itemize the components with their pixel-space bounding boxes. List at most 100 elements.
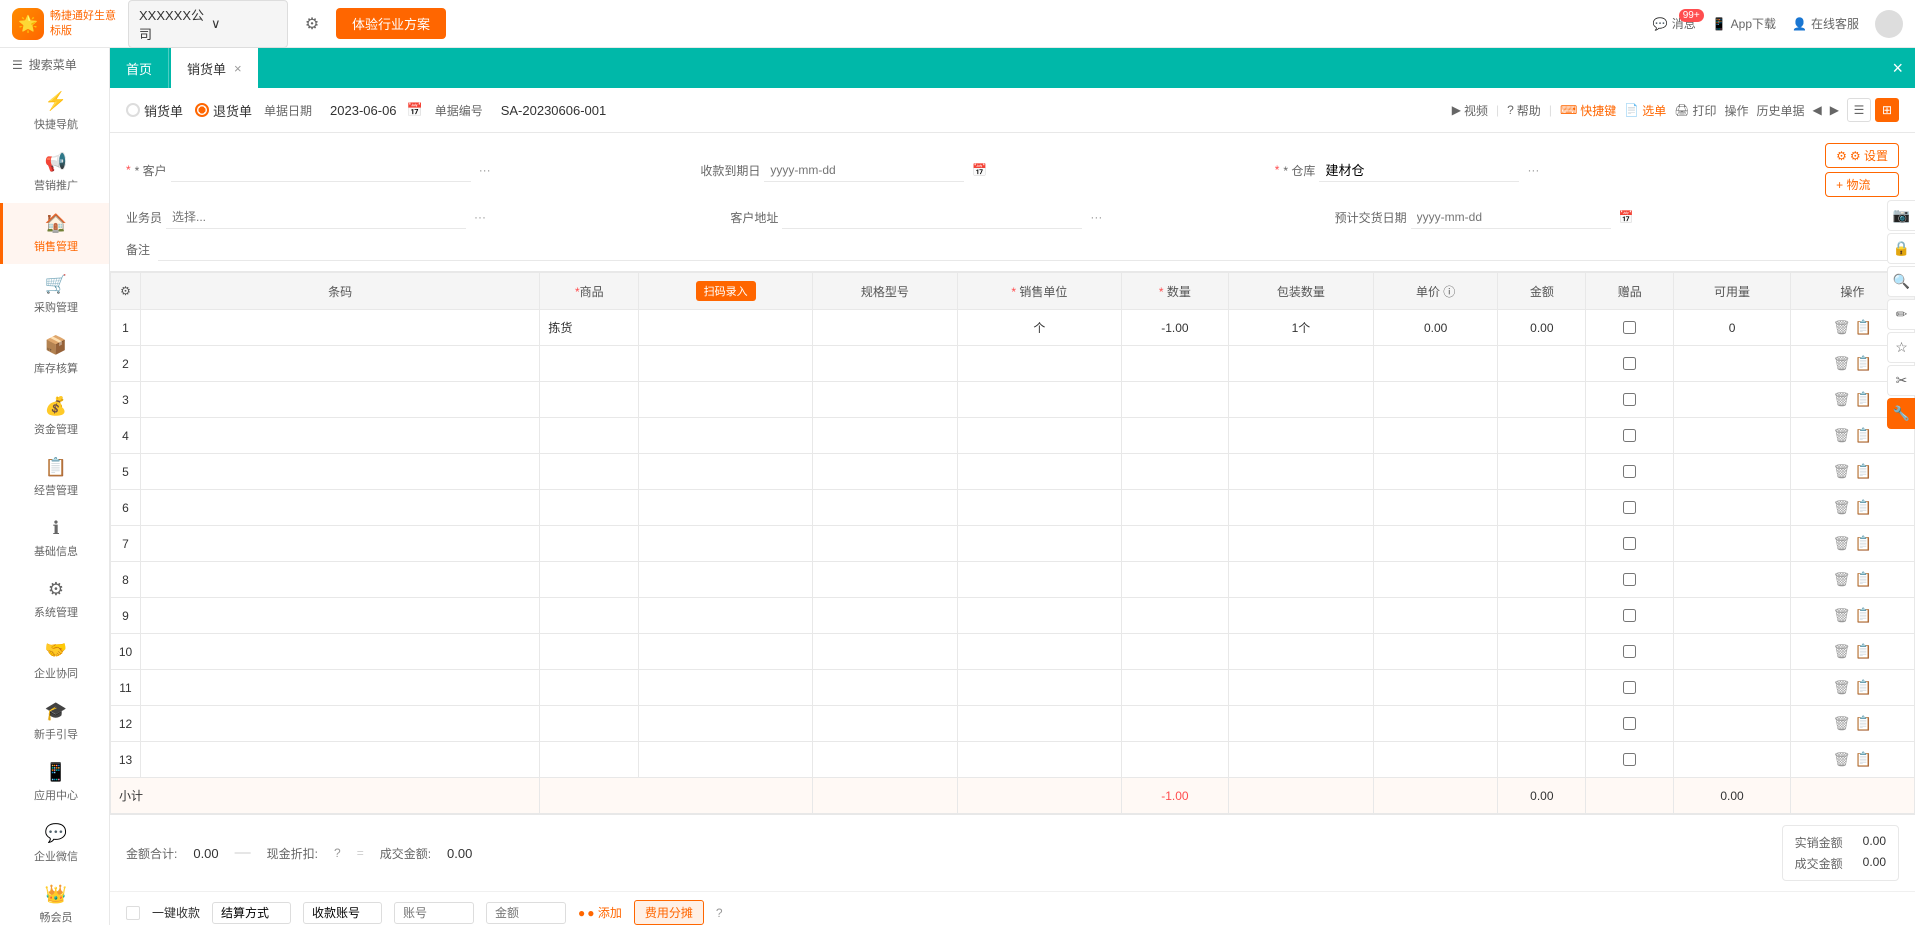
delete-icon[interactable]: 🗑: [1833, 715, 1851, 732]
cell-pkg-qty[interactable]: [1228, 526, 1373, 562]
online-service-button[interactable]: 👤 在线客服: [1792, 15, 1859, 32]
cell-product[interactable]: [540, 526, 639, 562]
sidebar-item-purchase[interactable]: 🛒 采购管理: [0, 264, 109, 325]
warehouse-input[interactable]: [1319, 158, 1519, 182]
copy-icon[interactable]: 📋: [1855, 319, 1872, 336]
cell-gift[interactable]: [1586, 634, 1674, 670]
cell-unit[interactable]: [957, 346, 1121, 382]
sidebar-search[interactable]: ☰ 搜索菜单: [0, 48, 109, 81]
note-input[interactable]: [158, 237, 1899, 261]
cell-spec[interactable]: [812, 310, 957, 346]
th-settings[interactable]: ⚙: [111, 273, 141, 310]
copy-icon[interactable]: 📋: [1855, 643, 1872, 660]
cell-gift[interactable]: [1586, 598, 1674, 634]
cell-gift[interactable]: [1586, 562, 1674, 598]
cell-pkg-qty[interactable]: [1228, 382, 1373, 418]
cell-barcode[interactable]: [141, 418, 540, 454]
sidebar-item-collab[interactable]: 🤝 企业协同: [0, 630, 109, 691]
cell-unit[interactable]: 个: [957, 310, 1121, 346]
cell-price[interactable]: [1373, 598, 1497, 634]
video-help-btn[interactable]: ▶ 视频: [1452, 102, 1488, 119]
customer-addr-input[interactable]: [782, 205, 1082, 229]
cell-barcode[interactable]: [141, 670, 540, 706]
cell-pkg-qty[interactable]: [1228, 418, 1373, 454]
print-btn[interactable]: 🖨 打印: [1674, 102, 1716, 119]
cell-barcode[interactable]: [141, 598, 540, 634]
one-click-pay-checkbox[interactable]: [126, 906, 140, 920]
cell-price[interactable]: 0.00: [1373, 310, 1497, 346]
cell-unit[interactable]: [957, 526, 1121, 562]
cell-unit[interactable]: [957, 598, 1121, 634]
tab-home[interactable]: 首页: [110, 48, 169, 88]
user-avatar[interactable]: [1875, 10, 1903, 38]
delete-icon[interactable]: 🗑: [1833, 391, 1851, 408]
copy-icon[interactable]: 📋: [1855, 571, 1872, 588]
history-btn[interactable]: 历史单据: [1757, 102, 1805, 119]
cell-product[interactable]: [540, 634, 639, 670]
cell-unit[interactable]: [957, 454, 1121, 490]
add-payment-btn[interactable]: ● ● 添加: [578, 904, 622, 921]
cell-price[interactable]: [1373, 346, 1497, 382]
radio-sales[interactable]: 销货单: [126, 101, 183, 120]
delete-icon[interactable]: 🗑: [1833, 319, 1851, 336]
cell-unit[interactable]: [957, 490, 1121, 526]
cell-price[interactable]: [1373, 742, 1497, 778]
due-date-input[interactable]: [764, 159, 964, 182]
cell-price[interactable]: [1373, 670, 1497, 706]
copy-icon[interactable]: 📋: [1855, 499, 1872, 516]
delete-icon[interactable]: 🗑: [1833, 463, 1851, 480]
cell-gift[interactable]: [1586, 670, 1674, 706]
customer-input[interactable]: [171, 158, 471, 182]
amount-input[interactable]: [486, 902, 566, 924]
delete-icon[interactable]: 🗑: [1833, 751, 1851, 768]
cell-amount[interactable]: [1498, 562, 1586, 598]
cell-qty[interactable]: [1121, 490, 1228, 526]
operate-btn[interactable]: 操作: [1725, 102, 1749, 119]
cell-amount[interactable]: 0.00: [1498, 310, 1586, 346]
salesperson-more-icon[interactable]: ···: [474, 210, 486, 224]
cell-amount[interactable]: [1498, 706, 1586, 742]
cell-barcode[interactable]: [141, 346, 540, 382]
cell-unit[interactable]: [957, 634, 1121, 670]
cell-price[interactable]: [1373, 562, 1497, 598]
cell-pkg-qty[interactable]: 1个: [1228, 310, 1373, 346]
delete-icon[interactable]: 🗑: [1833, 607, 1851, 624]
table-view-btn[interactable]: ⊞: [1875, 98, 1899, 122]
cell-pkg-qty[interactable]: [1228, 454, 1373, 490]
shortcut-btn[interactable]: ⌨ 快捷键: [1560, 102, 1616, 119]
cell-qty[interactable]: [1121, 346, 1228, 382]
delete-icon[interactable]: 🗑: [1833, 355, 1851, 372]
copy-icon[interactable]: 📋: [1855, 679, 1872, 696]
cell-amount[interactable]: [1498, 526, 1586, 562]
sidebar-item-system[interactable]: ⚙ 系统管理: [0, 569, 109, 630]
cell-spec[interactable]: [812, 418, 957, 454]
customer-more-icon[interactable]: ···: [479, 163, 491, 177]
right-panel-scissors[interactable]: ✂: [1887, 365, 1915, 396]
sidebar-item-marketing[interactable]: 📢 营销推广: [0, 142, 109, 203]
cell-amount[interactable]: [1498, 490, 1586, 526]
cell-pkg-qty[interactable]: [1228, 490, 1373, 526]
cell-amount[interactable]: [1498, 418, 1586, 454]
copy-icon[interactable]: 📋: [1855, 535, 1872, 552]
cell-pkg-qty[interactable]: [1228, 670, 1373, 706]
cell-amount[interactable]: [1498, 454, 1586, 490]
delete-icon[interactable]: 🗑: [1833, 535, 1851, 552]
fee-help-icon[interactable]: ?: [716, 906, 723, 920]
cell-product[interactable]: [540, 382, 639, 418]
cell-barcode[interactable]: [141, 382, 540, 418]
cell-spec[interactable]: [812, 346, 957, 382]
cell-product[interactable]: [540, 706, 639, 742]
cell-spec[interactable]: [812, 562, 957, 598]
cell-barcode[interactable]: [141, 490, 540, 526]
app-download-button[interactable]: 📱 App下载: [1712, 15, 1776, 32]
cell-unit[interactable]: [957, 382, 1121, 418]
cell-qty[interactable]: [1121, 418, 1228, 454]
cell-amount[interactable]: [1498, 346, 1586, 382]
cell-pkg-qty[interactable]: [1228, 598, 1373, 634]
cell-qty[interactable]: [1121, 526, 1228, 562]
pay-account-select[interactable]: 收款账号: [303, 902, 382, 924]
cell-product[interactable]: [540, 346, 639, 382]
right-panel-zoom[interactable]: 🔍: [1887, 266, 1915, 297]
cell-price[interactable]: [1373, 454, 1497, 490]
cell-qty[interactable]: [1121, 634, 1228, 670]
